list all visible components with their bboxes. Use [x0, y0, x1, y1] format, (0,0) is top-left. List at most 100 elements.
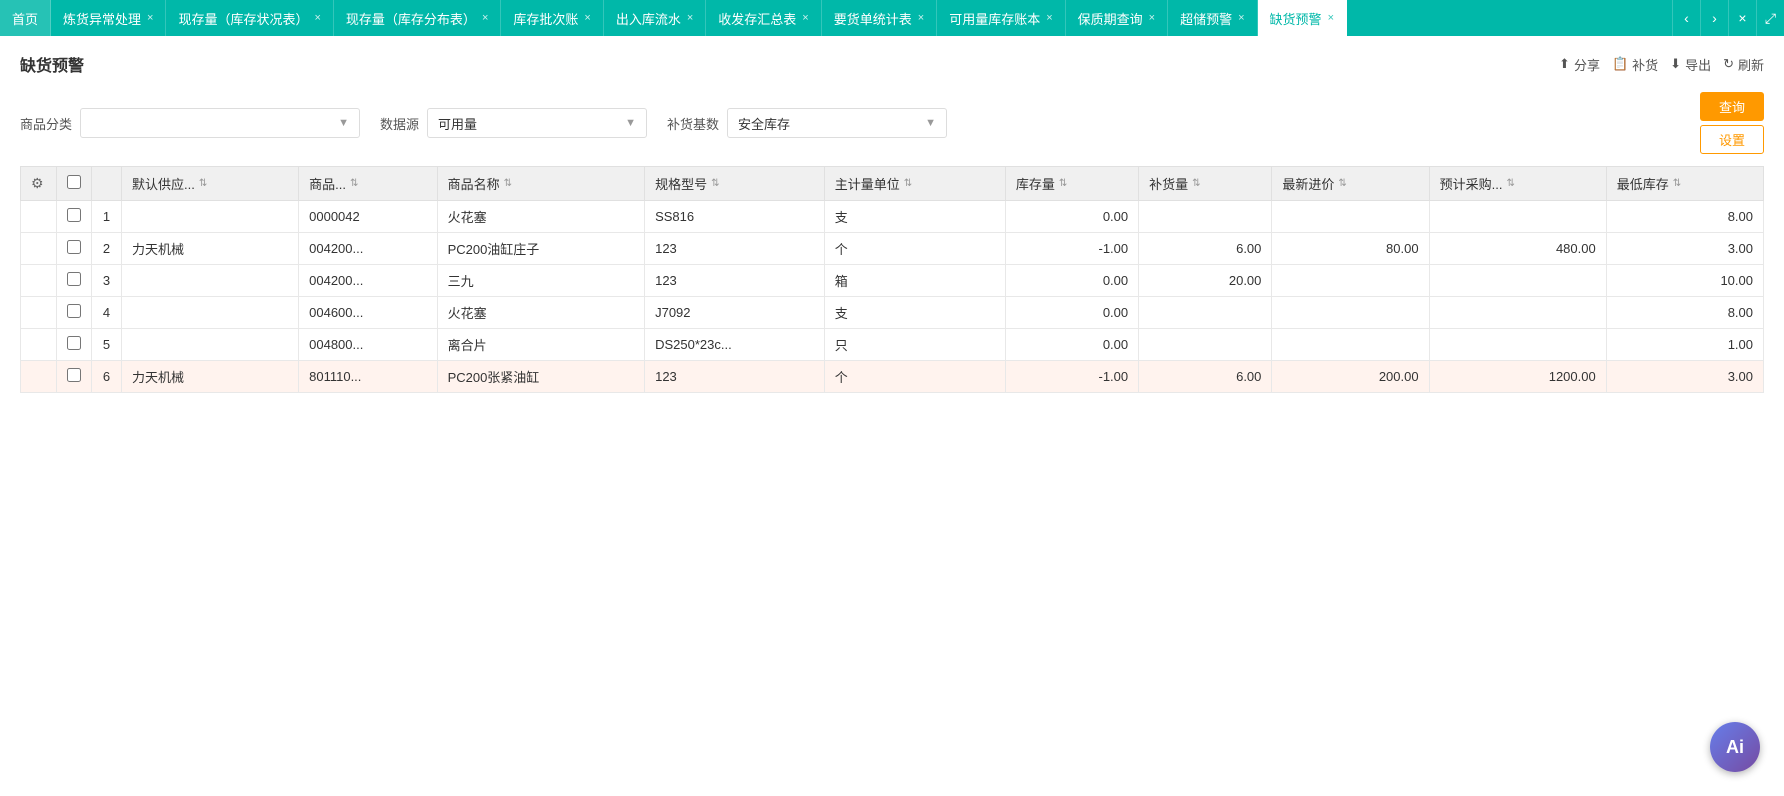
col-code-header[interactable]: 商品... ⇅	[299, 167, 437, 201]
settings-button[interactable]: 设置	[1700, 125, 1764, 154]
ai-assistant-button[interactable]: Ai	[1710, 722, 1760, 772]
sort-est-icon: ⇅	[1506, 178, 1514, 189]
tab-home[interactable]: 首页	[0, 0, 51, 36]
table-row: 3 004200... 三九 123 箱 0.00 20.00 10.00	[21, 265, 1764, 297]
tab-overstock-warn[interactable]: 超储预警 ×	[1168, 0, 1257, 36]
category-select[interactable]: ▼	[80, 108, 360, 138]
col-stock-header[interactable]: 库存量 ⇅	[1005, 167, 1138, 201]
cell-checkbox-5	[57, 361, 92, 393]
tab-inout-flow[interactable]: 出入库流水 ×	[604, 0, 706, 36]
col-supplier-header[interactable]: 默认供应... ⇅	[122, 167, 299, 201]
col-restock-header[interactable]: 补货量 ⇅	[1139, 167, 1272, 201]
cell-price-3	[1272, 297, 1429, 329]
sort-spec-icon: ⇅	[711, 178, 719, 189]
datasource-filter-group: 数据源 可用量 ▼	[380, 108, 647, 138]
cell-name-3: 火花塞	[437, 297, 645, 329]
row-checkbox-5[interactable]	[67, 368, 81, 382]
row-checkbox-4[interactable]	[67, 336, 81, 350]
tab-shortage-warn[interactable]: 缺货预警 ×	[1258, 0, 1347, 36]
cell-checkbox-1	[57, 233, 92, 265]
cell-stock-3: 0.00	[1005, 297, 1138, 329]
sort-unit-icon: ⇅	[904, 178, 912, 189]
page-header: 缺货预警 ⬆ 分享 📋 补货 ⬇ 导出 ↻ 刷新	[20, 52, 1764, 76]
cell-name-5: PC200张紧油缸	[437, 361, 645, 393]
category-arrow-icon: ▼	[338, 117, 349, 129]
cell-spec-4: DS250*23c...	[645, 329, 825, 361]
cell-min-stock-2: 10.00	[1606, 265, 1763, 297]
top-nav: 首页 炼货异常处理 × 现存量（库存状况表） × 现存量（库存分布表） × 库存…	[0, 0, 1784, 36]
col-unit-header[interactable]: 主计量单位 ⇅	[824, 167, 1005, 201]
cell-supplier-0	[122, 201, 299, 233]
close-tab-recv-summary[interactable]: ×	[802, 12, 808, 24]
tab-recv-summary[interactable]: 收发存汇总表 ×	[706, 0, 821, 36]
close-tab-inout-flow[interactable]: ×	[687, 12, 693, 24]
cell-stock-4: 0.00	[1005, 329, 1138, 361]
row-checkbox-1[interactable]	[67, 240, 81, 254]
sort-price-icon: ⇅	[1338, 178, 1346, 189]
cell-restock-2: 20.00	[1139, 265, 1272, 297]
tab-abnormal[interactable]: 炼货异常处理 ×	[51, 0, 166, 36]
close-tab-expiry-query[interactable]: ×	[1149, 12, 1155, 24]
cell-supplier-1: 力天机械	[122, 233, 299, 265]
close-tab-demand-stat[interactable]: ×	[918, 12, 924, 24]
sort-code-icon: ⇅	[350, 178, 358, 189]
cell-code-5: 801110...	[299, 361, 437, 393]
select-all-checkbox[interactable]	[67, 175, 81, 189]
restock-button[interactable]: 📋 补货	[1612, 55, 1658, 74]
export-button[interactable]: ⬇ 导出	[1670, 55, 1711, 74]
close-tab-overstock-warn[interactable]: ×	[1238, 12, 1244, 24]
close-tab-batch-account[interactable]: ×	[584, 12, 590, 24]
tab-inventory-dist[interactable]: 现存量（库存分布表） ×	[334, 0, 501, 36]
refresh-button[interactable]: ↻ 刷新	[1723, 55, 1764, 74]
col-price-header[interactable]: 最新进价 ⇅	[1272, 167, 1429, 201]
tab-expiry-query[interactable]: 保质期查询 ×	[1066, 0, 1168, 36]
close-tab-inventory-status[interactable]: ×	[314, 12, 320, 24]
tab-demand-stat[interactable]: 要货单统计表 ×	[822, 0, 937, 36]
cell-name-4: 离合片	[437, 329, 645, 361]
cell-gear-2	[21, 265, 57, 297]
cell-min-stock-0: 8.00	[1606, 201, 1763, 233]
cell-min-stock-5: 3.00	[1606, 361, 1763, 393]
nav-next-btn[interactable]: ›	[1700, 0, 1728, 36]
table-row: 4 004600... 火花塞 J7092 支 0.00 8.00	[21, 297, 1764, 329]
nav-close-all-btn[interactable]: ×	[1728, 0, 1756, 36]
close-tab-available-ledger[interactable]: ×	[1046, 12, 1052, 24]
cell-spec-0: SS816	[645, 201, 825, 233]
cell-name-2: 三九	[437, 265, 645, 297]
nav-arrows: ‹ › × ⤢	[1672, 0, 1784, 36]
cell-seq-3: 4	[92, 297, 122, 329]
cell-spec-3: J7092	[645, 297, 825, 329]
close-tab-inventory-dist[interactable]: ×	[482, 12, 488, 24]
restock-icon: 📋	[1612, 56, 1628, 72]
sort-supplier-icon: ⇅	[199, 178, 207, 189]
cell-est-5: 1200.00	[1429, 361, 1606, 393]
cell-checkbox-0	[57, 201, 92, 233]
cell-supplier-2	[122, 265, 299, 297]
cell-code-2: 004200...	[299, 265, 437, 297]
restock-base-select[interactable]: 安全库存 ▼	[727, 108, 947, 138]
close-tab-abnormal[interactable]: ×	[147, 12, 153, 24]
tab-available-ledger[interactable]: 可用量库存账本 ×	[937, 0, 1065, 36]
row-checkbox-2[interactable]	[67, 272, 81, 286]
cell-est-0	[1429, 201, 1606, 233]
cell-code-3: 004600...	[299, 297, 437, 329]
cell-code-0: 0000042	[299, 201, 437, 233]
col-min-stock-header[interactable]: 最低库存 ⇅	[1606, 167, 1763, 201]
row-checkbox-3[interactable]	[67, 304, 81, 318]
cell-price-5: 200.00	[1272, 361, 1429, 393]
sort-name-icon: ⇅	[504, 178, 512, 189]
col-name-header[interactable]: 商品名称 ⇅	[437, 167, 645, 201]
gear-icon[interactable]: ⚙	[31, 175, 44, 191]
col-spec-header[interactable]: 规格型号 ⇅	[645, 167, 825, 201]
nav-prev-btn[interactable]: ‹	[1672, 0, 1700, 36]
datasource-select[interactable]: 可用量 ▼	[427, 108, 647, 138]
col-est-header[interactable]: 预计采购... ⇅	[1429, 167, 1606, 201]
share-button[interactable]: ⬆ 分享	[1559, 55, 1600, 74]
nav-fullscreen-btn[interactable]: ⤢	[1756, 0, 1784, 36]
close-tab-shortage-warn[interactable]: ×	[1328, 12, 1334, 24]
sort-restock-icon: ⇅	[1192, 178, 1200, 189]
row-checkbox-0[interactable]	[67, 208, 81, 222]
query-button[interactable]: 查询	[1700, 92, 1764, 121]
tab-inventory-status[interactable]: 现存量（库存状况表） ×	[166, 0, 333, 36]
tab-batch-account[interactable]: 库存批次账 ×	[501, 0, 603, 36]
